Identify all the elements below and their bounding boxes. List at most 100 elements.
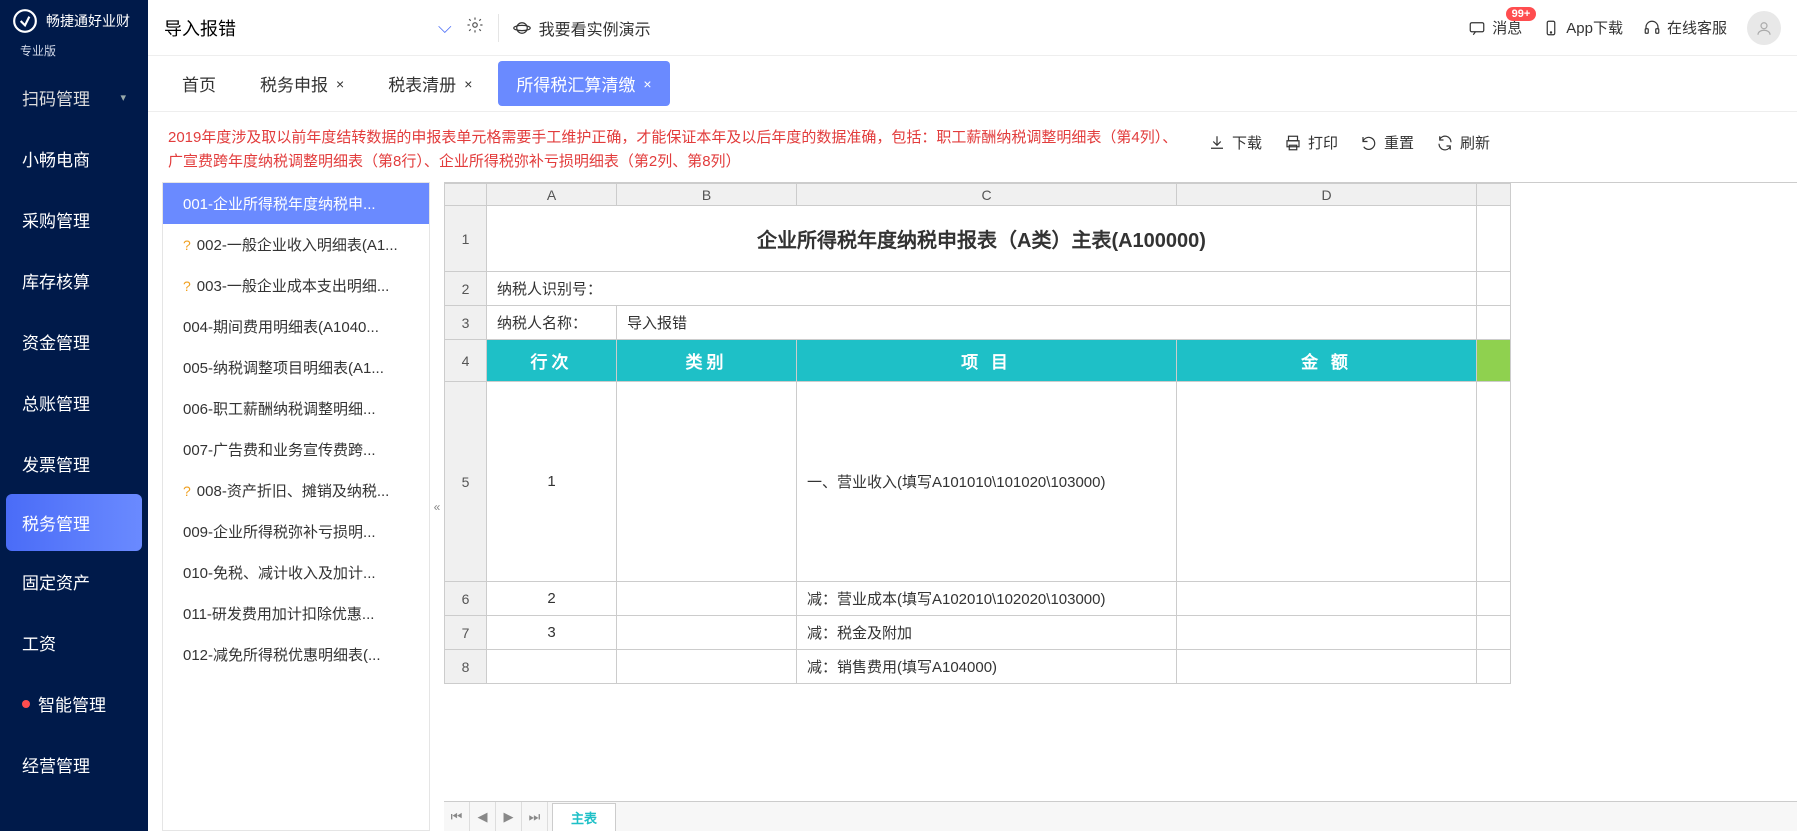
cell-taxpayer-name-label[interactable]: 纳税人名称：	[487, 306, 617, 340]
cell-6c[interactable]: 减：营业成本(填写A102010\102020\103000)	[797, 582, 1177, 616]
reset-button[interactable]: 重置	[1360, 132, 1414, 153]
row-1[interactable]: 1	[445, 206, 487, 272]
col-C[interactable]: C	[797, 184, 1177, 206]
form-item-009[interactable]: 009-企业所得税弥补亏损明...	[163, 511, 429, 552]
sidebar-item-tax[interactable]: 税务管理	[6, 494, 142, 551]
sheet-nav-first[interactable]: ⏮	[444, 802, 470, 831]
close-icon[interactable]: ×	[336, 76, 344, 92]
grid-corner[interactable]	[445, 184, 487, 206]
sidebar-item-assets[interactable]: 固定资产	[0, 551, 148, 612]
form-item-002[interactable]: ?002-一般企业收入明细表(A1...	[163, 224, 429, 265]
row-2[interactable]: 2	[445, 272, 487, 306]
cell-8a[interactable]	[487, 650, 617, 684]
sidebar-item-0[interactable]: 扫码管理▾	[0, 67, 148, 128]
sidebar-item-ledger[interactable]: 总账管理	[0, 372, 148, 433]
divider	[498, 14, 499, 42]
form-item-010[interactable]: 010-免税、减计收入及加计...	[163, 552, 429, 593]
cell-5b[interactable]	[617, 382, 797, 582]
cell-6d[interactable]	[1177, 582, 1477, 616]
sheet-nav-last[interactable]: ⏭	[522, 802, 548, 831]
refresh-button[interactable]: 刷新	[1436, 132, 1490, 153]
row-4[interactable]: 4	[445, 340, 487, 382]
sidebar-item-purchase[interactable]: 采购管理	[0, 189, 148, 250]
customer-service-button[interactable]: 在线客服	[1643, 17, 1727, 38]
download-button[interactable]: 下载	[1208, 132, 1262, 153]
form-item-003[interactable]: ?003-一般企业成本支出明细...	[163, 265, 429, 306]
sidebar-item-smart[interactable]: 智能管理	[0, 673, 148, 734]
print-button[interactable]: 打印	[1284, 132, 1338, 153]
avatar[interactable]	[1747, 11, 1781, 45]
tab-tax-forms[interactable]: 税表清册×	[370, 61, 490, 106]
sheet-title[interactable]: 企业所得税年度纳税申报表（A类）主表(A100000)	[487, 206, 1477, 272]
sidebar-item-funds[interactable]: 资金管理	[0, 311, 148, 372]
collapse-handle[interactable]: «	[430, 182, 444, 831]
sidebar-item-ecom[interactable]: 小畅电商	[0, 128, 148, 189]
sheet-tab-main[interactable]: 主表	[552, 803, 616, 831]
title-dropdown-icon[interactable]: ⌵	[438, 17, 452, 38]
sidebar-item-invoice[interactable]: 发票管理	[0, 433, 148, 494]
cell-5a[interactable]: 1	[487, 382, 617, 582]
row-7[interactable]: 7	[445, 616, 487, 650]
col-D[interactable]: D	[1177, 184, 1477, 206]
form-item-004[interactable]: 004-期间费用明细表(A1040...	[163, 306, 429, 347]
header-rownum[interactable]: 行次	[487, 340, 617, 382]
cell-5d[interactable]	[1177, 382, 1477, 582]
cell-6b[interactable]	[617, 582, 797, 616]
sheet-nav-next[interactable]: ▶	[496, 802, 522, 831]
tab-tax-declare[interactable]: 税务申报×	[242, 61, 362, 106]
brand-name: 畅捷通好业财	[46, 11, 130, 31]
top-actions: 消息 99+ App下载 在线客服	[1468, 11, 1781, 45]
cell-7a[interactable]: 3	[487, 616, 617, 650]
cell-7b[interactable]	[617, 616, 797, 650]
cell-7c[interactable]: 减：税金及附加	[797, 616, 1177, 650]
page-title-input[interactable]	[164, 17, 424, 38]
form-item-001[interactable]: 001-企业所得税年度纳税申...	[163, 183, 429, 224]
sidebar-item-salary[interactable]: 工资	[0, 612, 148, 673]
form-item-012[interactable]: 012-减免所得税优惠明细表(...	[163, 634, 429, 675]
cell-8b[interactable]	[617, 650, 797, 684]
cell-5c[interactable]: 一、营业收入(填写A101010\101020\103000)	[797, 382, 1177, 582]
row-8[interactable]: 8	[445, 650, 487, 684]
form-item-007[interactable]: 007-广告费和业务宣传费跨...	[163, 429, 429, 470]
cell-7d[interactable]	[1177, 616, 1477, 650]
spreadsheet: A B C D 1 企业所得税年度纳税申报表（A类）主表(A100000)	[444, 182, 1797, 831]
col-A[interactable]: A	[487, 184, 617, 206]
row-5[interactable]: 5	[445, 382, 487, 582]
notice-text: 2019年度涉及取以前年度结转数据的申报表单元格需要手工维护正确，才能保证本年及…	[168, 126, 1188, 174]
sidebar-item-business[interactable]: 经营管理	[0, 734, 148, 795]
cell-8c[interactable]: 减：销售费用(填写A104000)	[797, 650, 1177, 684]
sheet-grid[interactable]: A B C D 1 企业所得税年度纳税申报表（A类）主表(A100000)	[444, 183, 1797, 801]
cell-green[interactable]	[1477, 340, 1511, 382]
form-item-008[interactable]: ?008-资产折旧、摊销及纳税...	[163, 470, 429, 511]
cell-6a[interactable]: 2	[487, 582, 617, 616]
download-icon	[1208, 134, 1226, 152]
demo-link[interactable]: 我要看实例演示	[513, 16, 651, 40]
form-item-005[interactable]: 005-纳税调整项目明细表(A1...	[163, 347, 429, 388]
brand-logo: 畅捷通好业财	[0, 0, 148, 42]
form-item-011[interactable]: 011-研发费用加计扣除优惠...	[163, 593, 429, 634]
cell-8d[interactable]	[1177, 650, 1477, 684]
question-icon: ?	[183, 278, 191, 294]
cell-taxpayer-name-value[interactable]: 导入报错	[617, 306, 1477, 340]
messages-button[interactable]: 消息 99+	[1468, 17, 1522, 38]
refresh-icon	[1436, 134, 1454, 152]
tab-home[interactable]: 首页	[164, 61, 234, 106]
sheet-nav-prev[interactable]: ◀	[470, 802, 496, 831]
tab-income-tax[interactable]: 所得税汇算清缴×	[498, 61, 669, 106]
close-icon[interactable]: ×	[464, 76, 472, 92]
col-E[interactable]	[1477, 184, 1511, 206]
header-category[interactable]: 类别	[617, 340, 797, 382]
gear-icon[interactable]	[466, 16, 484, 40]
header-item[interactable]: 项 目	[797, 340, 1177, 382]
header-amount[interactable]: 金 额	[1177, 340, 1477, 382]
row-6[interactable]: 6	[445, 582, 487, 616]
form-item-006[interactable]: 006-职工薪酬纳税调整明细...	[163, 388, 429, 429]
reset-icon	[1360, 134, 1378, 152]
sidebar-item-inventory[interactable]: 库存核算	[0, 250, 148, 311]
close-icon[interactable]: ×	[643, 76, 651, 92]
col-B[interactable]: B	[617, 184, 797, 206]
cell-taxpayer-id[interactable]: 纳税人识别号：	[487, 272, 1477, 306]
row-3[interactable]: 3	[445, 306, 487, 340]
app-download-button[interactable]: App下载	[1542, 17, 1623, 38]
topbar: ⌵ 我要看实例演示 消息 99+ App下载	[148, 0, 1797, 56]
